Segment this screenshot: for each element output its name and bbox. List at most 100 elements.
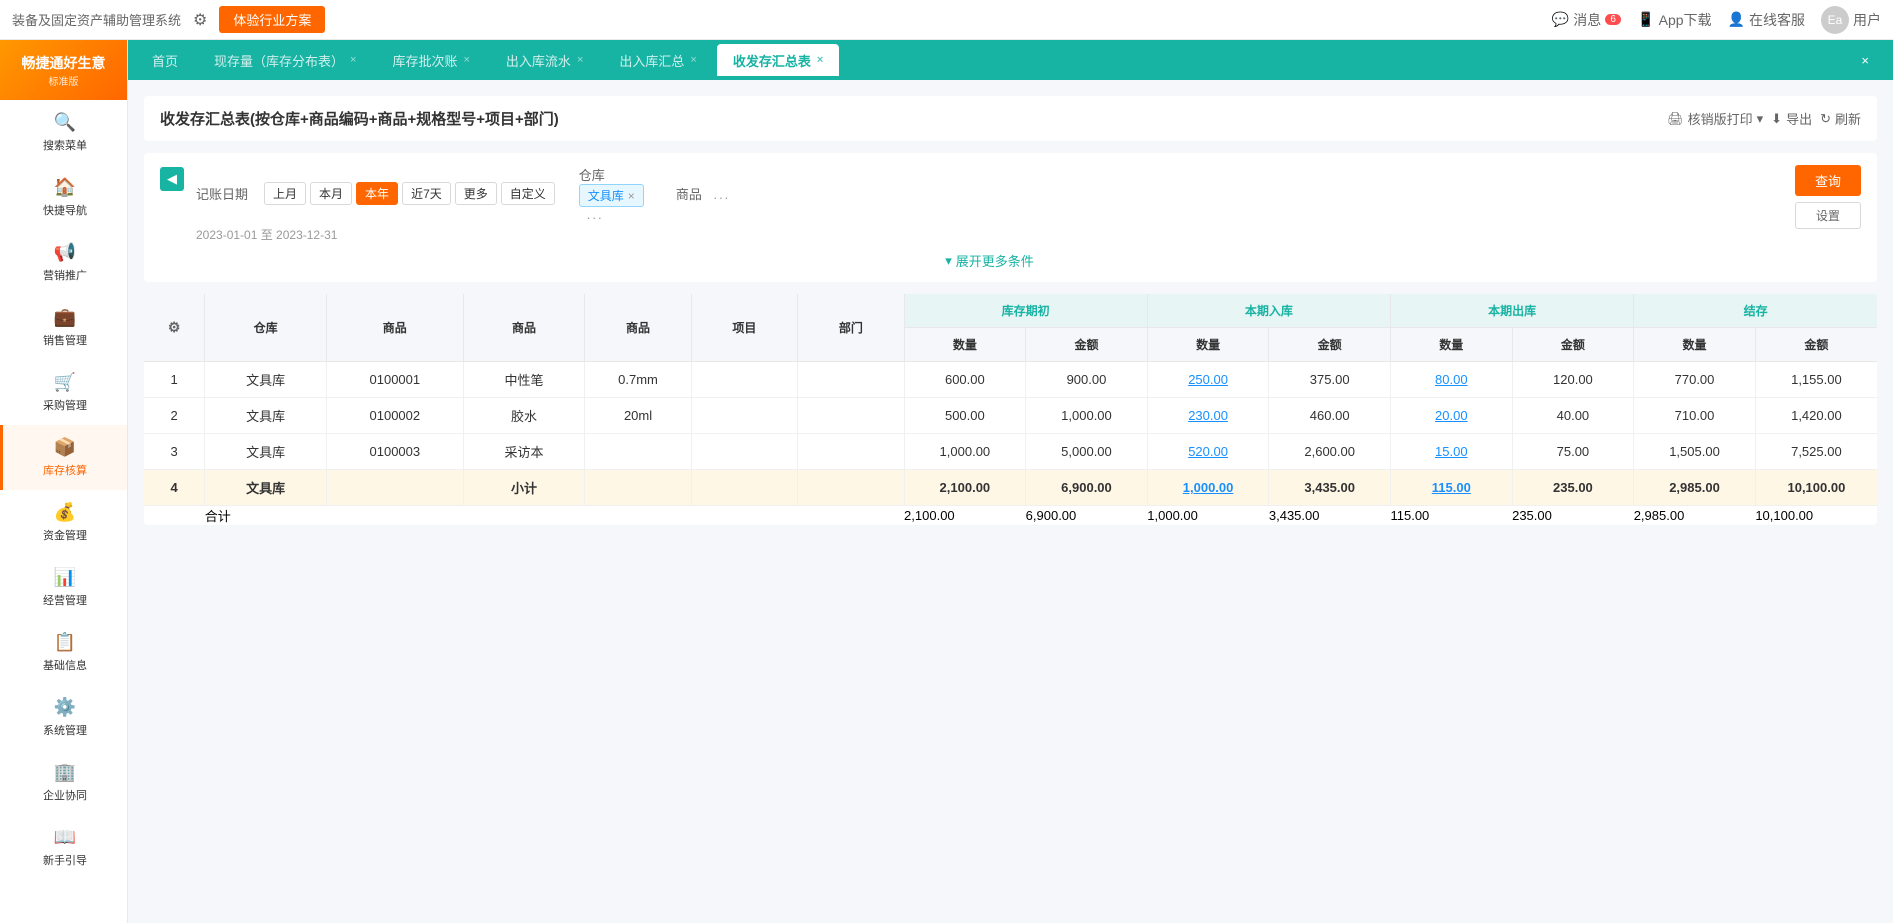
tab-inventory-dist[interactable]: 现存量（库存分布表） × [198,44,372,76]
table-settings-icon[interactable]: ⚙ [168,319,181,335]
sidebar-item-operation[interactable]: 📊 经营管理 [0,555,127,620]
tab-receive-send-summary-close[interactable]: × [817,54,823,66]
filter-toggle-btn[interactable]: ◀ [160,167,184,191]
sidebar-item-finance[interactable]: 💰 资金管理 [0,490,127,555]
settings-icon[interactable]: ⚙ [193,10,207,30]
subtotal-init-qty: 2,100.00 [904,470,1026,506]
tab-in-out-flow-close[interactable]: × [577,54,583,66]
sidebar-item-quick-nav[interactable]: 🏠 快捷导航 [0,165,127,230]
row2-name: 胶水 [463,398,585,434]
sidebar-item-base-info[interactable]: 📋 基础信息 [0,620,127,685]
th-out-amt: 金额 [1512,328,1634,362]
query-btn[interactable]: 查询 [1795,165,1861,196]
export-btn[interactable]: ⬇ 导出 [1771,109,1812,128]
subtotal-bal-amt: 10,100.00 [1755,470,1877,506]
row1-out-qty[interactable]: 80.00 [1390,362,1512,398]
sidebar-item-guide[interactable]: 📖 新手引导 [0,815,127,880]
settings-btn[interactable]: 设置 [1795,202,1861,229]
date-btn-more[interactable]: 更多 [455,182,497,205]
row1-num: 1 [144,362,205,398]
th-spec: 商品 [585,294,691,362]
sidebar-item-label: 新手引导 [43,852,87,868]
tab-in-out-summary-close[interactable]: × [690,54,696,66]
th-group-bal: 结存 [1634,294,1877,328]
goods-more-dots[interactable]: ... [713,187,730,202]
message-icon: 💬 [1552,11,1569,28]
refresh-btn[interactable]: ↻ 刷新 [1820,109,1861,128]
th-code: 商品 [326,294,463,362]
sidebar-item-marketing[interactable]: 📢 营销推广 [0,230,127,295]
subtotal-in-qty[interactable]: 1,000.00 [1147,470,1269,506]
footer-empty [144,506,205,526]
row2-out-qty[interactable]: 20.00 [1390,398,1512,434]
sidebar-item-purchase[interactable]: 🛒 采购管理 [0,360,127,425]
warehouse-filter: 仓库 文具库 × ... [579,165,644,222]
expand-label: 展开更多条件 [956,251,1034,270]
tab-batch-account-close[interactable]: × [463,54,469,66]
filter-area: ◀ 记账日期 上月 本月 本年 近7天 更多 自定义 [144,153,1877,282]
guide-icon: 📖 [54,827,76,848]
date-btn-custom[interactable]: 自定义 [501,182,555,205]
sidebar-menu: 🔍 搜索菜单 🏠 快捷导航 📢 营销推广 💼 销售管理 🛒 采购管 [0,100,127,923]
th-group-in: 本期入库 [1147,294,1390,328]
row2-dept [798,398,904,434]
warehouse-tag-text: 文具库 [588,187,624,204]
row1-name: 中性笔 [463,362,585,398]
home-icon: 🏠 [54,177,76,198]
table-footer: 合计 2,100.00 6,900.00 1,000.00 3,435.00 1… [144,506,1877,526]
marketing-icon: 📢 [54,242,76,263]
subtotal-name: 小计 [463,470,585,506]
tab-in-out-summary[interactable]: 出入库汇总 × [603,44,712,76]
th-bal-amt: 金额 [1755,328,1877,362]
subtotal-warehouse: 文具库 [205,470,327,506]
goods-filter: 商品 ... [676,184,730,203]
page-title-bar: 收发存汇总表(按仓库+商品编码+商品+规格型号+项目+部门) 🖨 核销版打印 ▾… [144,96,1877,141]
tab-receive-send-summary[interactable]: 收发存汇总表 × [717,44,839,76]
th-bal-qty: 数量 [1634,328,1756,362]
expand-more-btn[interactable]: ▾ 展开更多条件 [945,251,1034,270]
row3-out-qty[interactable]: 15.00 [1390,434,1512,470]
tab-home[interactable]: 首页 [136,44,194,76]
sidebar-item-system[interactable]: ⚙️ 系统管理 [0,685,127,750]
filter-second-row: ▾ 展开更多条件 [196,251,1783,270]
app-download-group[interactable]: 📱 App下载 [1637,10,1711,30]
row3-in-qty[interactable]: 520.00 [1147,434,1269,470]
date-btn-this-month[interactable]: 本月 [310,182,352,205]
row1-out-amt: 120.00 [1512,362,1634,398]
th-project: 项目 [691,294,797,362]
sidebar-item-search[interactable]: 🔍 搜索菜单 [0,100,127,165]
row1-spec: 0.7mm [585,362,691,398]
row2-init-amt: 1,000.00 [1026,398,1148,434]
sidebar-item-label: 快捷导航 [43,202,87,218]
online-service-group[interactable]: 👤 在线客服 [1728,10,1805,30]
sidebar-item-sales[interactable]: 💼 销售管理 [0,295,127,360]
tab-in-out-flow[interactable]: 出入库流水 × [490,44,599,76]
select-industry-btn[interactable]: 体验行业方案 [219,6,325,33]
footer-bal-qty: 2,985.00 [1634,506,1756,526]
row2-in-qty[interactable]: 230.00 [1147,398,1269,434]
print-btn[interactable]: 🖨 核销版打印 ▾ [1667,109,1763,128]
warehouse-tag-close[interactable]: × [628,189,635,203]
sidebar-item-inventory[interactable]: 📦 库存核算 [0,425,127,490]
sales-icon: 💼 [54,307,76,328]
refresh-icon: ↻ [1820,111,1831,127]
sidebar-item-corp[interactable]: 🏢 企业协同 [0,750,127,815]
table-header-group-row: ⚙ 仓库 商品 商品 商品 项目 部门 库存期初 本期入库 [144,294,1877,328]
th-group-out: 本期出库 [1390,294,1633,328]
row1-init-amt: 900.00 [1026,362,1148,398]
subtotal-out-qty[interactable]: 115.00 [1390,470,1512,506]
message-badge: 6 [1605,14,1621,25]
tab-inventory-dist-close[interactable]: × [350,54,356,66]
expand-icon: ▾ [945,253,952,269]
row1-in-qty[interactable]: 250.00 [1147,362,1269,398]
date-btn-last-month[interactable]: 上月 [264,182,306,205]
tab-close-all[interactable]: × [1845,44,1885,76]
date-btn-this-year[interactable]: 本年 [356,182,398,205]
page-actions: 🖨 核销版打印 ▾ ⬇ 导出 ↻ 刷新 [1667,109,1861,128]
warehouse-more-dots[interactable]: ... [587,207,604,222]
tab-batch-account[interactable]: 库存批次账 × [376,44,485,76]
date-btn-7days[interactable]: 近7天 [402,182,451,205]
message-icon-group[interactable]: 💬 消息 6 [1552,10,1621,30]
logo-text: 畅捷通好生意 [22,53,106,73]
user-group[interactable]: Ea 用户 [1821,6,1881,34]
